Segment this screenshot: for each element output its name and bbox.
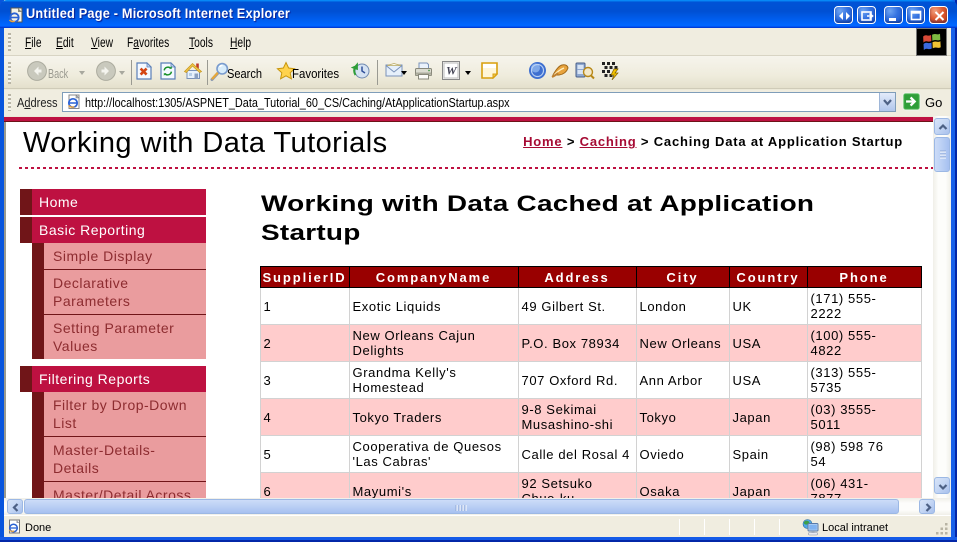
svg-text:W: W xyxy=(446,64,458,78)
